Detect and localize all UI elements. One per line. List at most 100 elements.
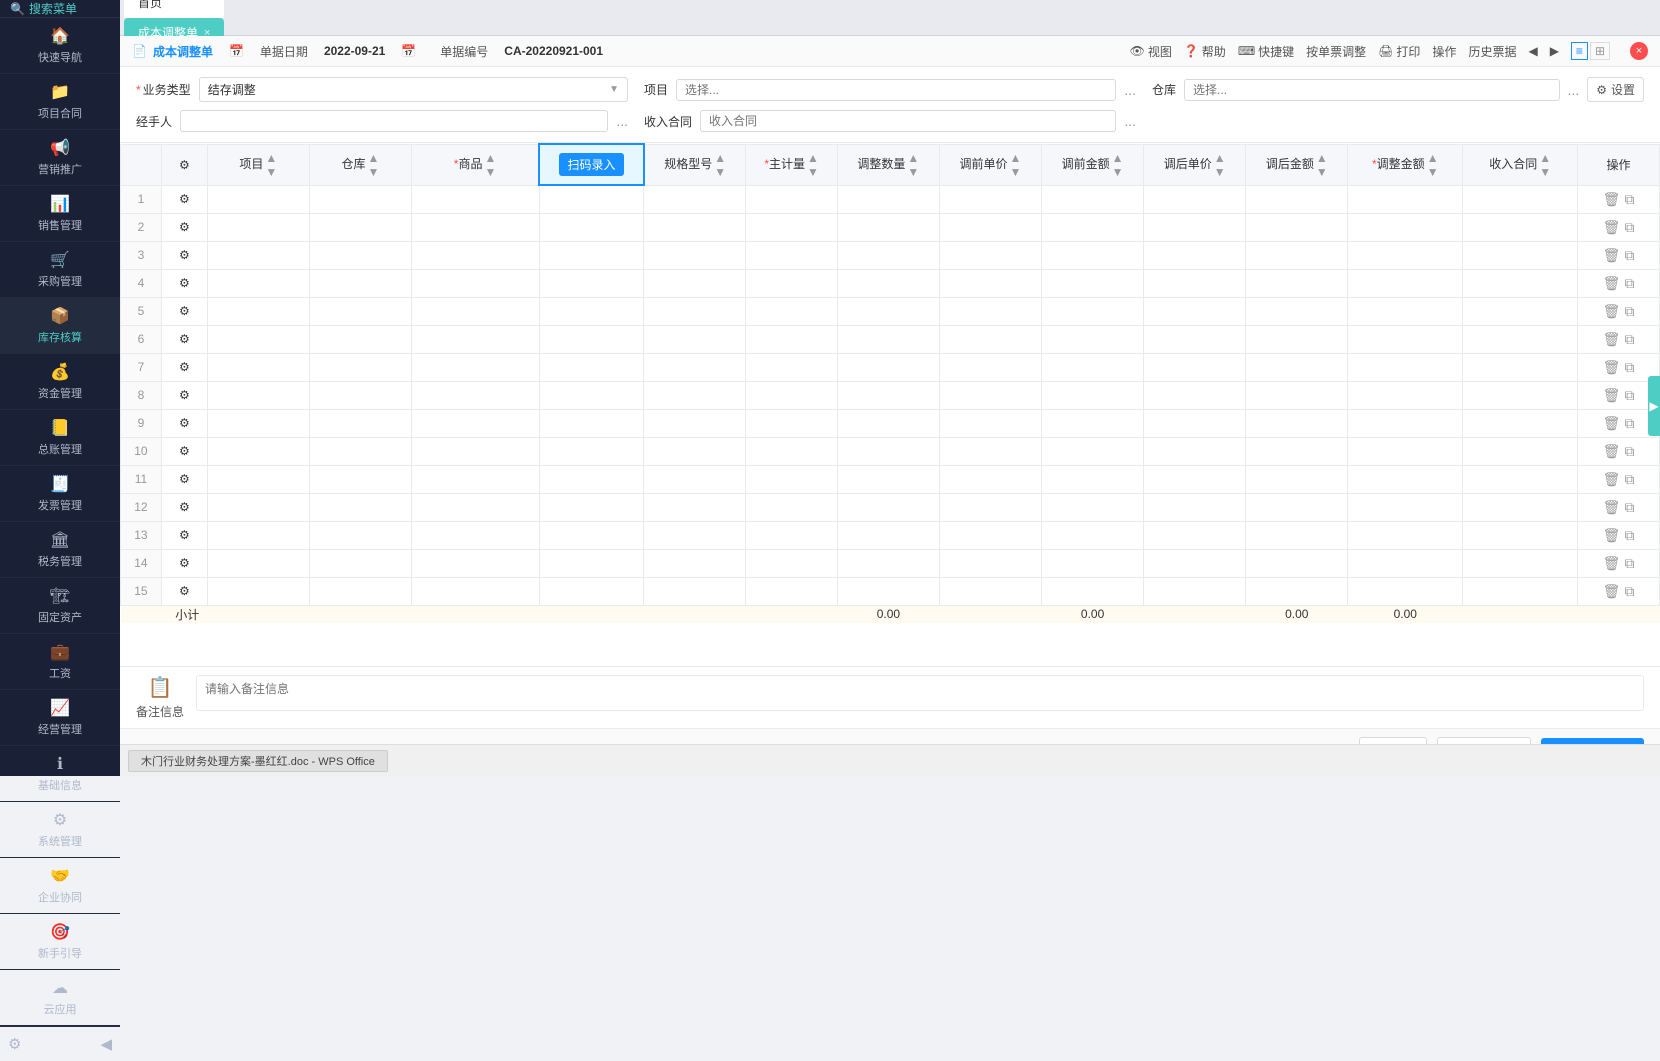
cell-before_price-4[interactable] xyxy=(939,269,1041,297)
row-gear-6[interactable]: ⚙ xyxy=(161,325,207,353)
cell-spec-14[interactable] xyxy=(644,549,746,577)
cell-spec-11[interactable] xyxy=(644,465,746,493)
cell-before_amount-10[interactable] xyxy=(1042,437,1144,465)
sort-icon-income_contract[interactable]: ▲▼ xyxy=(1539,151,1551,179)
sidebar-item-system-mgmt[interactable]: ⚙系统管理 xyxy=(0,802,120,858)
sidebar-item-salary[interactable]: 💼工资 xyxy=(0,634,120,690)
cell-spec-9[interactable] xyxy=(644,409,746,437)
cell-after_price-12[interactable] xyxy=(1144,493,1246,521)
copy-row-btn[interactable]: ⧉ xyxy=(1624,415,1634,431)
row-gear-3[interactable]: ⚙ xyxy=(161,241,207,269)
settings-icon[interactable]: ⚙ xyxy=(8,1035,21,1053)
cell-adjust_amount-13[interactable] xyxy=(1348,521,1463,549)
row-gear-icon[interactable]: ⚙ xyxy=(179,444,190,458)
cell-unit-6[interactable] xyxy=(746,325,837,353)
remarks-icon-btn[interactable]: 📋 备注信息 xyxy=(136,675,184,720)
row-gear-15[interactable]: ⚙ xyxy=(161,577,207,605)
cell-warehouse-2[interactable] xyxy=(309,213,411,241)
view-btn[interactable]: 👁 视图 xyxy=(1130,43,1172,60)
copy-row-btn[interactable]: ⧉ xyxy=(1624,331,1634,347)
cell-adjust_qty-8[interactable] xyxy=(837,381,939,409)
row-gear-icon[interactable]: ⚙ xyxy=(179,192,190,206)
cell-adjust_amount-2[interactable] xyxy=(1348,213,1463,241)
row-gear-2[interactable]: ⚙ xyxy=(161,213,207,241)
cell-unit-3[interactable] xyxy=(746,241,837,269)
cell-scan-9[interactable] xyxy=(539,409,644,437)
copy-row-btn[interactable]: ⧉ xyxy=(1624,247,1634,263)
cell-adjust_amount-12[interactable] xyxy=(1348,493,1463,521)
sidebar-item-quick-nav[interactable]: 🏠快速导航 xyxy=(0,18,120,74)
sort-icon-product[interactable]: ▲▼ xyxy=(484,151,496,179)
settings-button[interactable]: ⚙ 设置 xyxy=(1587,77,1644,102)
cell-after_amount-4[interactable] xyxy=(1246,269,1348,297)
cell-warehouse-12[interactable] xyxy=(309,493,411,521)
cell-after_price-5[interactable] xyxy=(1144,297,1246,325)
batch-adjust-btn[interactable]: 按单票调整 xyxy=(1306,43,1366,60)
cell-adjust_qty-3[interactable] xyxy=(837,241,939,269)
cell-spec-15[interactable] xyxy=(644,577,746,605)
cell-before_price-11[interactable] xyxy=(939,465,1041,493)
close-window-btn[interactable]: × xyxy=(1630,42,1648,60)
cell-warehouse-15[interactable] xyxy=(309,577,411,605)
cell-warehouse-3[interactable] xyxy=(309,241,411,269)
row-gear-icon[interactable]: ⚙ xyxy=(179,584,190,598)
row-gear-icon[interactable]: ⚙ xyxy=(179,304,190,318)
cell-spec-2[interactable] xyxy=(644,213,746,241)
cell-before_amount-6[interactable] xyxy=(1042,325,1144,353)
cell-income_contract-15[interactable] xyxy=(1463,577,1578,605)
cell-before_price-14[interactable] xyxy=(939,549,1041,577)
cell-scan-11[interactable] xyxy=(539,465,644,493)
copy-row-btn[interactable]: ⧉ xyxy=(1624,443,1634,459)
handler-input[interactable] xyxy=(180,110,608,132)
cell-adjust_amount-7[interactable] xyxy=(1348,353,1463,381)
sort-icon-after_amount[interactable]: ▲▼ xyxy=(1316,151,1328,179)
cell-before_price-15[interactable] xyxy=(939,577,1041,605)
cell-income_contract-1[interactable] xyxy=(1463,185,1578,213)
cell-product-3[interactable] xyxy=(412,241,540,269)
cell-before_amount-7[interactable] xyxy=(1042,353,1144,381)
copy-row-btn[interactable]: ⧉ xyxy=(1624,275,1634,291)
row-gear-icon[interactable]: ⚙ xyxy=(179,556,190,570)
sidebar-item-operations-mgmt[interactable]: 📈经营管理 xyxy=(0,690,120,746)
cell-project-1[interactable] xyxy=(207,185,309,213)
cell-warehouse-13[interactable] xyxy=(309,521,411,549)
cell-spec-12[interactable] xyxy=(644,493,746,521)
cell-project-5[interactable] xyxy=(207,297,309,325)
cell-before_amount-12[interactable] xyxy=(1042,493,1144,521)
cell-unit-8[interactable] xyxy=(746,381,837,409)
sidebar-item-basic-info[interactable]: ℹ基础信息 xyxy=(0,746,120,802)
cell-warehouse-6[interactable] xyxy=(309,325,411,353)
tab-home[interactable]: 首页 xyxy=(124,0,224,18)
cell-unit-11[interactable] xyxy=(746,465,837,493)
row-gear-icon[interactable]: ⚙ xyxy=(179,360,190,374)
cell-product-4[interactable] xyxy=(412,269,540,297)
cell-spec-4[interactable] xyxy=(644,269,746,297)
delete-row-btn[interactable]: 🗑 xyxy=(1603,359,1621,375)
gear-settings-icon[interactable]: ⚙ xyxy=(179,158,190,172)
cell-income_contract-2[interactable] xyxy=(1463,213,1578,241)
row-gear-10[interactable]: ⚙ xyxy=(161,437,207,465)
cell-before_amount-8[interactable] xyxy=(1042,381,1144,409)
cell-project-10[interactable] xyxy=(207,437,309,465)
cell-before_amount-3[interactable] xyxy=(1042,241,1144,269)
sort-icon-project[interactable]: ▲▼ xyxy=(265,151,277,179)
sidebar-item-new-guide[interactable]: 🎯新手引导 xyxy=(0,914,120,970)
row-gear-icon[interactable]: ⚙ xyxy=(179,248,190,262)
prev-icon[interactable]: ◀ xyxy=(1528,44,1537,58)
cell-spec-5[interactable] xyxy=(644,297,746,325)
cell-before_amount-5[interactable] xyxy=(1042,297,1144,325)
row-gear-icon[interactable]: ⚙ xyxy=(179,472,190,486)
cell-product-10[interactable] xyxy=(412,437,540,465)
delete-row-btn[interactable]: 🗑 xyxy=(1603,275,1621,291)
cell-before_amount-11[interactable] xyxy=(1042,465,1144,493)
cell-income_contract-8[interactable] xyxy=(1463,381,1578,409)
cell-scan-7[interactable] xyxy=(539,353,644,381)
cell-adjust_qty-12[interactable] xyxy=(837,493,939,521)
cell-project-9[interactable] xyxy=(207,409,309,437)
shortcut-btn[interactable]: ⌨ 快捷键 xyxy=(1238,43,1294,60)
delete-row-btn[interactable]: 🗑 xyxy=(1603,471,1621,487)
cell-adjust_amount-10[interactable] xyxy=(1348,437,1463,465)
delete-row-btn[interactable]: 🗑 xyxy=(1603,555,1621,571)
grid-view-icon[interactable]: ⊞ xyxy=(1590,42,1610,60)
cell-product-2[interactable] xyxy=(412,213,540,241)
